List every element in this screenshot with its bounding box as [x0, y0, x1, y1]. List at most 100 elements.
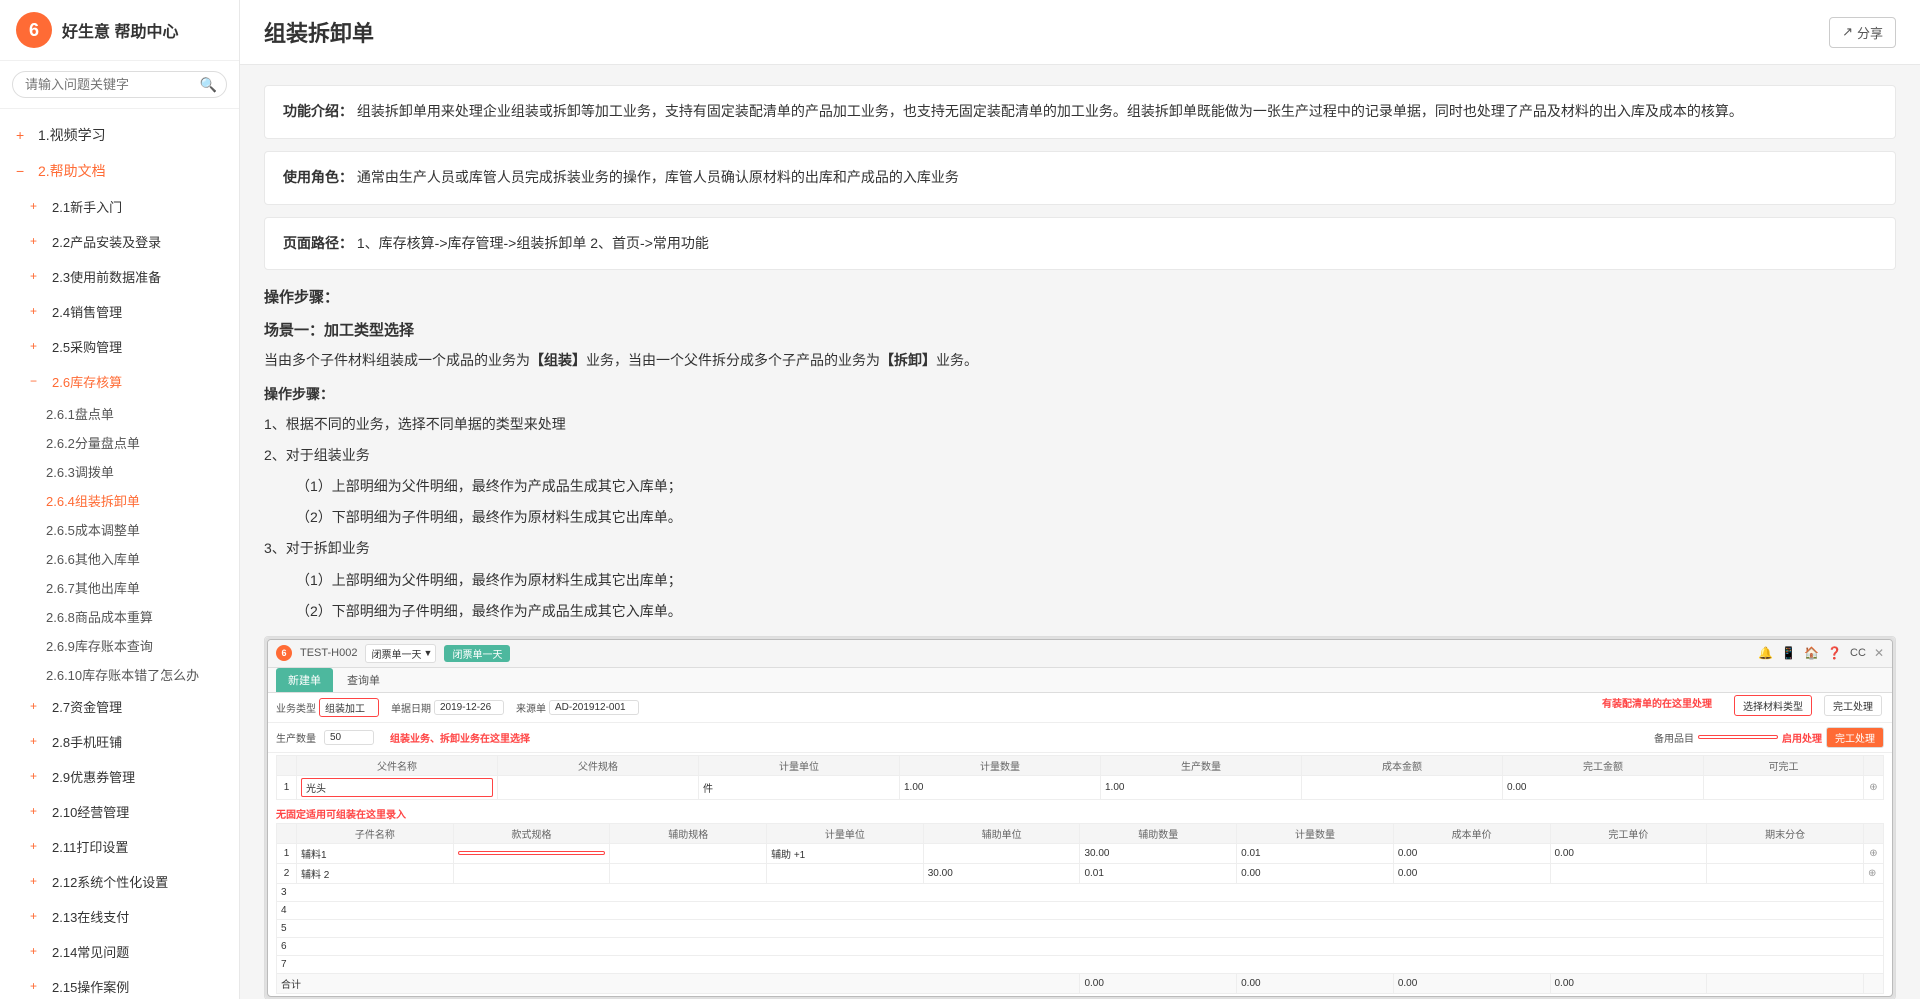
expand-icon: +	[16, 127, 32, 143]
annotation-select-btn[interactable]: 选择材料类型	[1734, 695, 1812, 716]
sidebar-item-label: 2.5采购管理	[52, 337, 122, 356]
sidebar-item-inv9[interactable]: 2.6.9库存账本查询	[46, 631, 239, 660]
info-text-path: 1、库存核算->库存管理->组装拆卸单 2、首页->常用功能	[357, 235, 709, 251]
info-block-role: 使用角色： 通常由生产人员或库管人员完成拆装业务的操作，库管人员确认原材料的出库…	[264, 151, 1896, 205]
mock-enable-btn[interactable]: 完工处理	[1826, 727, 1884, 748]
mock-parent-item[interactable]: 光头	[301, 778, 493, 797]
expand-icon: +	[30, 944, 46, 960]
sidebar-item-label: 2.帮助文档	[38, 161, 106, 181]
mock-row-action-icon[interactable]: ⊕	[1869, 782, 1877, 793]
mock-input-source[interactable]: AD-201912-001	[549, 700, 639, 715]
sidebar-item-label: 2.14常见问题	[52, 942, 129, 961]
share-icon: ↗	[1842, 24, 1853, 40]
mock-right-fields: 备用品目 启用处理 完工处理	[1654, 727, 1884, 748]
mock-field-source: 来源单 AD-201912-001	[516, 700, 639, 715]
mock-refresh-btn[interactable]: 闭票单一天	[444, 645, 510, 662]
share-button[interactable]: ↗ 分享	[1829, 17, 1896, 48]
sidebar-item-inv3[interactable]: 2.6.3调拨单	[46, 457, 239, 486]
sidebar-item-inv4[interactable]: 2.6.4组装拆卸单	[46, 486, 239, 515]
sidebar-item-purchase[interactable]: + 2.5采购管理	[30, 329, 239, 364]
scenario-intro: 当由多个子件材料组装成一个成品的业务为【组装】业务，当由一个父件拆分成多个子产品…	[264, 348, 1896, 373]
sidebar-item-inventory[interactable]: − 2.6库存核算 2.6.1盘点单 2.6.2分量盘点单 2.6.3调拨单 2…	[30, 364, 239, 689]
mock-tab-query[interactable]: 查询单	[335, 668, 392, 692]
info-block-intro: 功能介绍： 组装拆卸单用来处理企业组装或拆卸等加工业务，支持有固定装配清单的产品…	[264, 85, 1896, 139]
sidebar-item-docs[interactable]: − 2.帮助文档 + 2.1新手入门 + 2.2产品安装及登录	[0, 153, 239, 999]
mock-field-type: 业务类型 组装加工	[276, 698, 379, 717]
scenario-title-1: 场景一：加工类型选择	[264, 319, 1896, 340]
expand-icon: +	[30, 769, 46, 785]
step-3-sub: （1）上部明细为父件明细，最终作为原材料生成其它出库单； （2）下部明细为子件明…	[296, 568, 1896, 624]
expand-icon: +	[30, 339, 46, 355]
mock-logo: 6	[276, 645, 292, 661]
mock-qty-input[interactable]: 50	[324, 730, 374, 745]
table-row: 2 辅料 2 30.00 0.01 0.00 0.00	[277, 863, 1884, 883]
share-label: 分享	[1857, 23, 1883, 42]
main-content: 组装拆卸单 ↗ 分享 功能介绍： 组装拆卸单用来处理企业组装或拆卸等加工业务，支…	[240, 0, 1920, 999]
sidebar-item-mobile[interactable]: + 2.8手机旺铺	[30, 724, 239, 759]
sidebar-item-label: 2.6库存核算	[52, 372, 122, 391]
mock-dropdown: 闭票单一天 ▼	[365, 644, 436, 663]
expand-icon: +	[30, 304, 46, 320]
content-area: 功能介绍： 组装拆卸单用来处理企业组装或拆卸等加工业务，支持有固定装配清单的产品…	[240, 65, 1920, 999]
sidebar-item-faq[interactable]: + 2.14常见问题	[30, 934, 239, 969]
sidebar-item-inv6[interactable]: 2.6.6其他入库单	[46, 544, 239, 573]
page-title: 组装拆卸单	[264, 16, 374, 48]
mock-row-action-icon-3[interactable]: ⊕	[1868, 868, 1876, 879]
table-row: 1 辅料1 辅助 +1 30.00 0.01	[277, 843, 1884, 863]
mock-sub-style[interactable]	[458, 851, 606, 855]
brand-name: 好生意 帮助中心	[62, 18, 178, 42]
table-row: 5	[277, 919, 1884, 937]
sidebar-item-inv2[interactable]: 2.6.2分量盘点单	[46, 428, 239, 457]
mock-backup-input[interactable]	[1698, 735, 1778, 739]
mock-company: TEST-H002	[300, 647, 357, 659]
mock-tab-new[interactable]: 新建单	[276, 668, 333, 692]
mock-save-btn[interactable]: 完工处理	[1824, 695, 1882, 716]
annotation-1: 有装配清单的在这里处理	[1602, 695, 1712, 710]
search-input[interactable]	[12, 71, 227, 98]
mock-icon-home: 🏠	[1804, 646, 1819, 660]
section-title-steps: 操作步骤：	[264, 286, 1896, 307]
sidebar-item-inv1[interactable]: 2.6.1盘点单	[46, 399, 239, 428]
sidebar-item-label: 2.12系统个性化设置	[52, 872, 168, 891]
sidebar-item-label: 2.1新手入门	[52, 197, 122, 216]
step-3-1: （1）上部明细为父件明细，最终作为原材料生成其它出库单；	[296, 568, 1896, 593]
info-label-intro: 功能介绍：	[283, 103, 353, 119]
sidebar-item-customize[interactable]: + 2.12系统个性化设置	[30, 864, 239, 899]
step-3-2: （2）下部明细为子件明细，最终作为产成品生成其它入库单。	[296, 599, 1896, 624]
annotation-4: 无固定适用可组装在这里录入	[276, 804, 1884, 823]
mock-row-action-icon-2[interactable]: ⊕	[1869, 848, 1877, 859]
sidebar-item-data[interactable]: + 2.3使用前数据准备	[30, 259, 239, 294]
step-2: 2、对于组装业务	[264, 443, 1896, 468]
sidebar-item-inv10[interactable]: 2.6.10库存账本错了怎么办	[46, 660, 239, 689]
sidebar-item-inv8[interactable]: 2.6.8商品成本重算	[46, 602, 239, 631]
mock-qty-label: 生产数量	[276, 730, 316, 745]
sidebar-item-sales[interactable]: + 2.4销售管理	[30, 294, 239, 329]
mock-icon-app: 📱	[1781, 646, 1796, 660]
main-header: 组装拆卸单 ↗ 分享	[240, 0, 1920, 65]
sidebar-item-print[interactable]: + 2.11打印设置	[30, 829, 239, 864]
expand-icon: +	[30, 979, 46, 995]
sidebar-item-finance[interactable]: + 2.7资金管理	[30, 689, 239, 724]
info-label-path: 页面路径：	[283, 235, 353, 251]
table-footer: 合计 0.00 0.00 0.00 0.00	[277, 973, 1884, 993]
sidebar-item-mgmt[interactable]: + 2.10经营管理	[30, 794, 239, 829]
mock-input-type[interactable]: 组装加工	[319, 698, 379, 717]
sidebar-item-inv7[interactable]: 2.6.7其他出库单	[46, 573, 239, 602]
sidebar-item-coupon[interactable]: + 2.9优惠券管理	[30, 759, 239, 794]
annotation-3: 启用处理	[1782, 730, 1822, 745]
sidebar-item-install[interactable]: + 2.2产品安装及登录	[30, 224, 239, 259]
mock-icon-help: ❓	[1827, 646, 1842, 660]
sidebar-item-cases[interactable]: + 2.15操作案例	[30, 969, 239, 999]
sidebar-item-label: 2.2产品安装及登录	[52, 232, 161, 251]
mock-input-date[interactable]: 2019-12-26	[434, 700, 504, 715]
sidebar-item-onlinepay[interactable]: + 2.13在线支付	[30, 899, 239, 934]
table-row: 6	[277, 937, 1884, 955]
sidebar-item-video[interactable]: + 1.视频学习	[0, 117, 239, 153]
sidebar: 6 好生意 帮助中心 🔍 + 1.视频学习 − 2.帮助文档	[0, 0, 240, 999]
info-text-role: 通常由生产人员或库管人员完成拆装业务的操作，库管人员确认原材料的出库和产成品的入…	[357, 169, 959, 185]
docs-subnav: + 2.1新手入门 + 2.2产品安装及登录 + 2.3使用前数据准备	[0, 189, 239, 999]
sidebar-item-inv5[interactable]: 2.6.5成本调整单	[46, 515, 239, 544]
sidebar-item-newbie[interactable]: + 2.1新手入门	[30, 189, 239, 224]
nav-list: + 1.视频学习 − 2.帮助文档 + 2.1新手入门 +	[0, 109, 239, 999]
expand-icon: +	[30, 804, 46, 820]
